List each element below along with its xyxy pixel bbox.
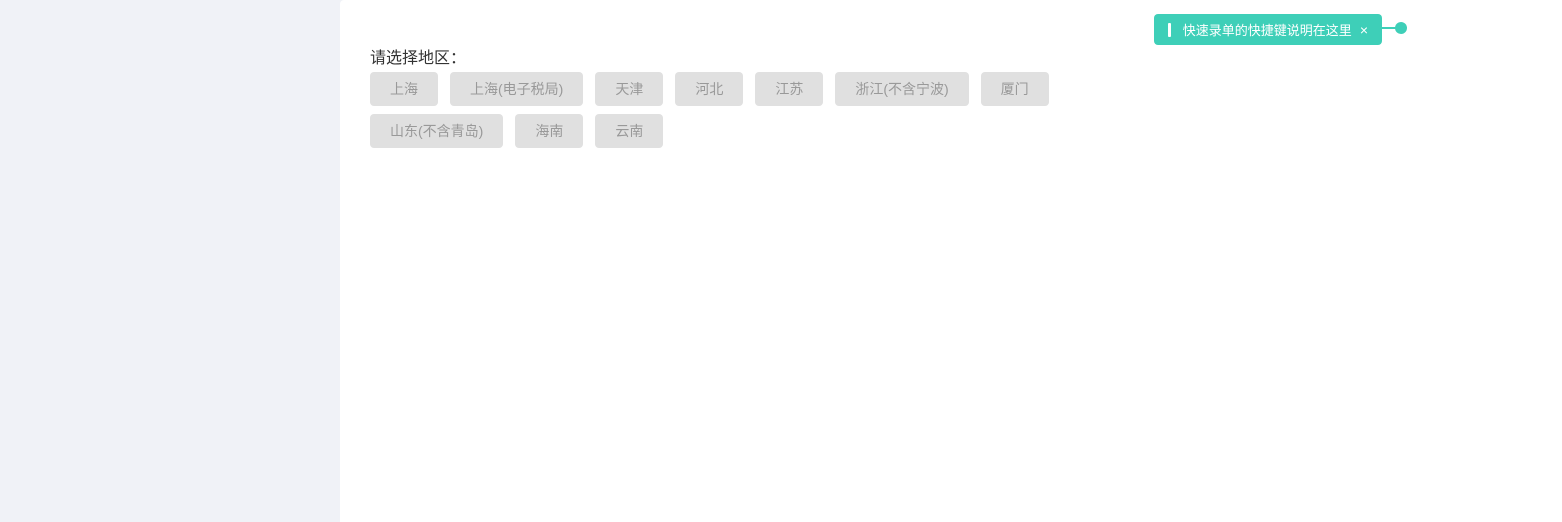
region-btn-tianjin[interactable]: 天津 [595, 72, 663, 106]
region-btn-xiamen[interactable]: 厦门 [981, 72, 1049, 106]
region-btn-zhejiang[interactable]: 浙江(不含宁波) [835, 72, 968, 106]
tooltip-banner: 快速录单的快捷键说明在这里 × [1154, 14, 1382, 45]
region-btn-jiangsu[interactable]: 江苏 [755, 72, 823, 106]
tooltip-text: 快速录单的快捷键说明在这里 [1183, 20, 1352, 39]
main-content: 请选择地区： 上海上海(电子税局) 天津河北江苏浙江(不含宁波) 厦门 山东(不含青… [340, 0, 1562, 522]
region-row-1: 上海上海(电子税局) 天津河北江苏浙江(不含宁波) 厦门 [370, 72, 1049, 106]
region-row-2: 山东(不含青岛) 海南云南 [370, 114, 663, 148]
region-btn-shandong[interactable]: 山东(不含青岛) [370, 114, 503, 148]
region-btn-hainan[interactable]: 海南 [515, 114, 583, 148]
region-btn-yunnan[interactable]: 云南 [595, 114, 663, 148]
region-btn-shanghai-etax[interactable]: 上海(电子税局) [450, 72, 583, 106]
region-btn-hebei[interactable]: 河北 [675, 72, 743, 106]
region-btn-shanghai[interactable]: 上海 [370, 72, 438, 106]
tooltip-close-button[interactable]: × [1360, 22, 1368, 38]
tooltip-bar [1168, 23, 1171, 37]
dot-indicator [1395, 22, 1407, 34]
sidebar [0, 0, 340, 522]
page-label: 请选择地区： [370, 44, 466, 68]
